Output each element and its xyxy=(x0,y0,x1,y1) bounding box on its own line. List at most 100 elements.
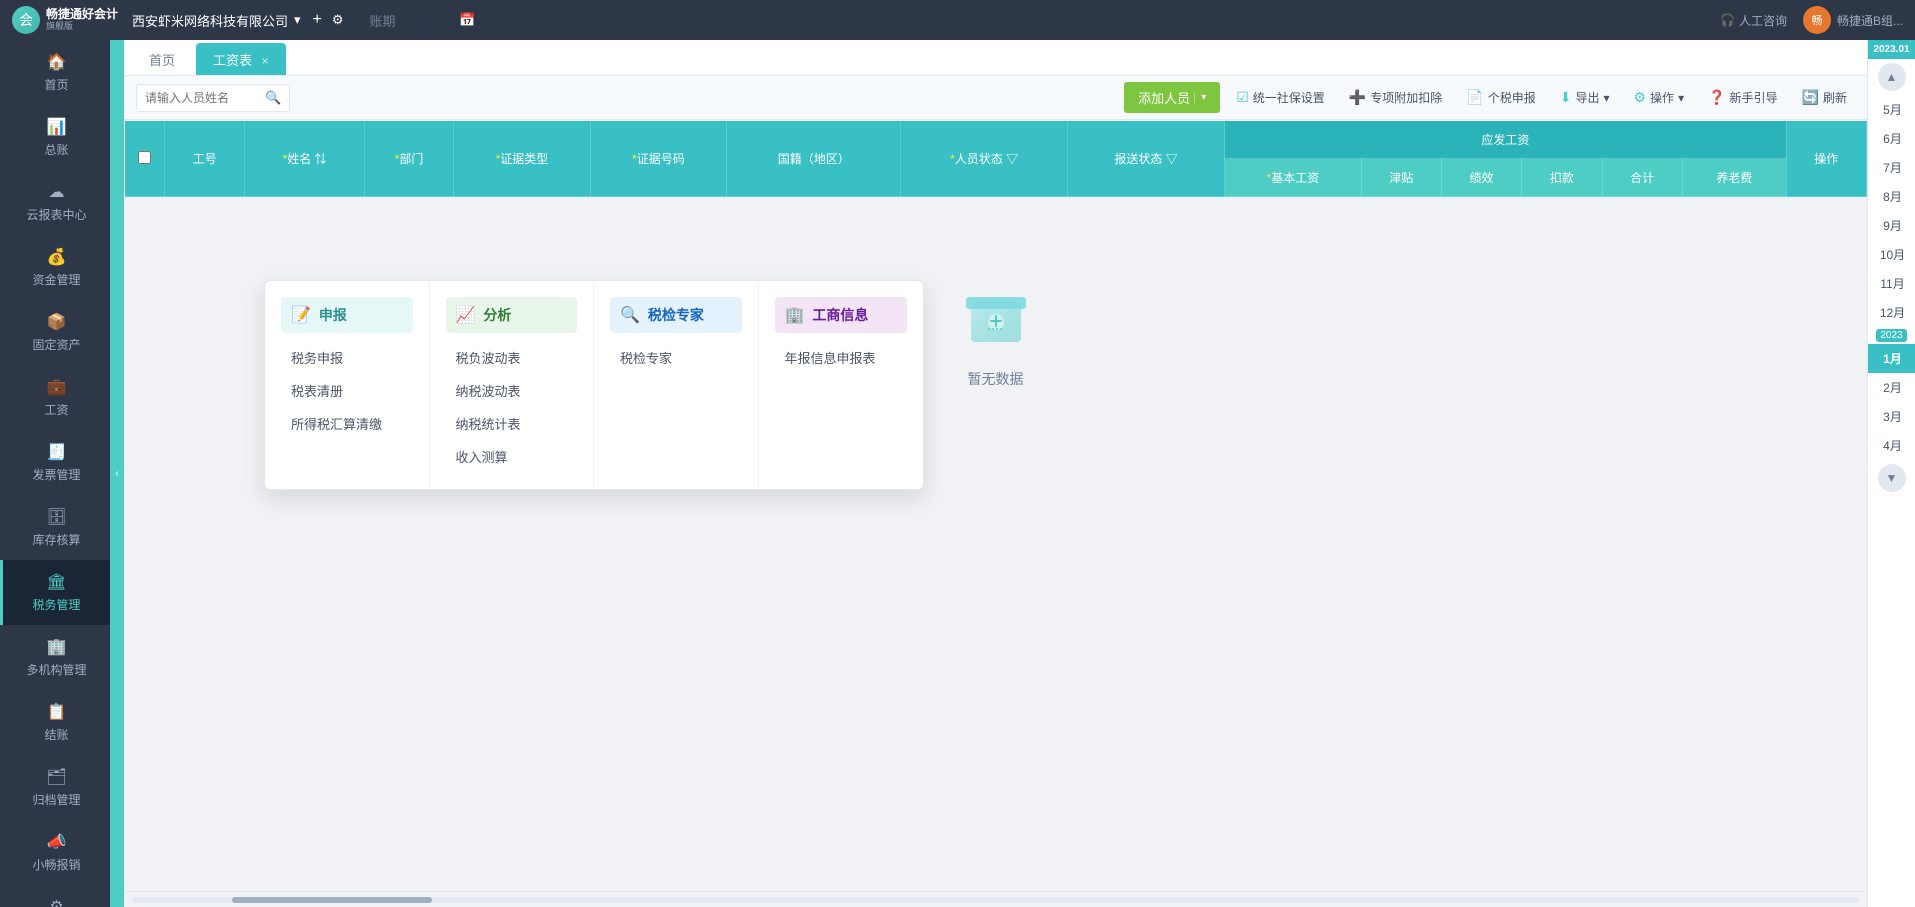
company-settings-icon[interactable]: ⚙ xyxy=(332,12,344,28)
calendar-icon[interactable]: 📅 xyxy=(459,12,475,28)
sidebar-label-home: 首页 xyxy=(44,76,68,93)
add-person-dropdown-icon[interactable]: ▾ xyxy=(1194,92,1206,103)
tax-icon: 🏛 xyxy=(46,572,66,592)
timeline-month-10[interactable]: 10月 xyxy=(1868,240,1915,269)
tab-salary-close[interactable]: × xyxy=(262,54,269,68)
sidebar-item-ledger[interactable]: 📊 总账 xyxy=(0,105,110,170)
fund-icon: 💰 xyxy=(47,247,67,267)
timeline-month-12[interactable]: 12月 xyxy=(1868,298,1915,327)
menu-item-income-tax-settle[interactable]: 所得税汇算清缴 xyxy=(281,407,413,440)
multi-org-icon: 🏢 xyxy=(47,637,67,657)
add-person-btn[interactable]: 添加人员 ▾ xyxy=(1124,82,1220,113)
menu-item-income-estimate[interactable]: 收入测算 xyxy=(446,440,578,473)
filter-person-status-icon[interactable]: ▽ xyxy=(1006,152,1018,166)
sidebar-item-home[interactable]: 🏠 首页 xyxy=(0,40,110,105)
menu-item-tax-payment-wave[interactable]: 纳税波动表 xyxy=(446,374,578,407)
top-bar: 会 畅捷通好会计 旗舰版 西安虾米网络科技有限公司 ▾ + ⚙ 账期 2023-… xyxy=(0,0,1915,40)
sidebar-item-fund[interactable]: 💰 资金管理 xyxy=(0,235,110,300)
sidebar-item-settings[interactable]: ⚙ 基础设置 xyxy=(0,885,110,907)
menu-category-tax-expert: 🔍 税检专家 xyxy=(610,297,742,333)
sidebar-label-ledger: 总账 xyxy=(44,141,68,158)
timeline-month-11[interactable]: 11月 xyxy=(1868,269,1915,298)
export-icon: ⬇ xyxy=(1560,89,1572,106)
export-label: 导出 xyxy=(1575,89,1599,106)
company-selector[interactable]: 西安虾米网络科技有限公司 ▾ + ⚙ xyxy=(122,7,354,34)
sidebar-item-tax[interactable]: 🏛 税务管理 xyxy=(0,560,110,625)
timeline-month-1[interactable]: 1月 xyxy=(1868,344,1915,373)
menu-item-annual-report[interactable]: 年报信息申报表 xyxy=(775,341,908,374)
sort-name-icon[interactable]: ⇅ xyxy=(315,152,327,166)
social-insurance-label: 统一社保设置 xyxy=(1253,89,1325,106)
empty-text: 暂无数据 xyxy=(968,369,1024,389)
right-timeline: 2023.01 ▲ 5月 6月 7月 8月 9月 10月 11月 12月 202… xyxy=(1867,40,1915,907)
sidebar-label-fund: 资金管理 xyxy=(32,271,80,288)
timeline-month-4[interactable]: 4月 xyxy=(1868,431,1915,460)
tax-dropdown-menu[interactable]: 📝 申报 税务申报 税表清册 所得税汇算清缴 📈 分析 税负波动表 xyxy=(264,280,924,490)
sidebar-label-salary: 工资 xyxy=(44,401,68,418)
menu-item-tax-expert[interactable]: 税检专家 xyxy=(610,341,742,374)
operation-btn[interactable]: ⚙ 操作 ▾ xyxy=(1625,85,1692,110)
guide-btn[interactable]: ❓ 新手引导 xyxy=(1700,85,1785,110)
menu-item-tax-stats[interactable]: 纳税统计表 xyxy=(446,407,578,440)
timeline-month-8[interactable]: 8月 xyxy=(1868,182,1915,211)
filter-submit-icon[interactable]: ▽ xyxy=(1166,152,1178,166)
th-payable-wages-group: 应发工资 xyxy=(1225,121,1786,159)
timeline-month-2[interactable]: 2月 xyxy=(1868,373,1915,402)
scroll-thumb[interactable] xyxy=(232,897,432,903)
select-all-th[interactable] xyxy=(125,121,165,197)
tab-salary-sheet[interactable]: 工资表 × xyxy=(196,43,286,75)
timeline-month-9[interactable]: 9月 xyxy=(1868,211,1915,240)
cloud-icon: ☁ xyxy=(49,182,65,202)
inventory-icon: 🗄 xyxy=(46,507,66,527)
headset-icon: 🎧 xyxy=(1720,13,1735,27)
social-insurance-btn[interactable]: ☑ 统一社保设置 xyxy=(1228,85,1333,110)
menu-item-tax-burden[interactable]: 税负波动表 xyxy=(446,341,578,374)
sidebar-collapse-btn[interactable]: ‹ xyxy=(110,40,124,907)
refresh-btn[interactable]: 🔄 刷新 xyxy=(1794,85,1855,110)
menu-col-business-info: 🏢 工商信息 年报信息申报表 xyxy=(759,281,924,489)
menu-item-tax-declare[interactable]: 税务申报 xyxy=(281,341,413,374)
company-dropdown-icon[interactable]: ▾ xyxy=(294,12,301,28)
special-deduction-btn[interactable]: ➕ 专项附加扣除 xyxy=(1341,85,1450,110)
menu-item-tax-table[interactable]: 税表清册 xyxy=(281,374,413,407)
top-bar-actions: 🎧 人工咨询 畅 畅捷通B组... xyxy=(1720,6,1903,34)
timeline-period: 2023.01 xyxy=(1868,40,1915,59)
add-company-btn[interactable]: + xyxy=(313,11,322,29)
sidebar-item-archive[interactable]: 🗂 归档管理 xyxy=(0,755,110,820)
menu-grid: 📝 申报 税务申报 税表清册 所得税汇算清缴 📈 分析 税负波动表 xyxy=(265,281,923,489)
main-content: 首页 工资表 × 🔍 添加人员 ▾ ☑ 统一社保设置 ➕ xyxy=(124,40,1867,907)
declaration-category-label: 申报 xyxy=(319,305,347,325)
tax-declaration-icon: 📄 xyxy=(1466,89,1483,106)
select-all-checkbox[interactable] xyxy=(138,151,151,164)
export-arrow: ▾ xyxy=(1603,91,1609,105)
sidebar-item-inventory[interactable]: 🗄 库存核算 xyxy=(0,495,110,560)
tab-home-label: 首页 xyxy=(149,53,175,68)
sidebar-item-expense[interactable]: 📣 小畅报销 xyxy=(0,820,110,885)
sidebar-label-tax: 税务管理 xyxy=(32,596,80,613)
user-info[interactable]: 畅 畅捷通B组... xyxy=(1803,6,1903,34)
sidebar-item-salary[interactable]: 💼 工资 xyxy=(0,365,110,430)
tax-declaration-btn[interactable]: 📄 个税申报 xyxy=(1458,85,1543,110)
support-btn[interactable]: 🎧 人工咨询 xyxy=(1720,12,1787,29)
refresh-icon: 🔄 xyxy=(1802,89,1819,106)
timeline-prev-btn[interactable]: ▲ xyxy=(1878,63,1906,91)
timeline-next-btn[interactable]: ▼ xyxy=(1878,464,1906,492)
timeline-month-5[interactable]: 5月 xyxy=(1868,95,1915,124)
sidebar-item-invoice[interactable]: 🧾 发票管理 xyxy=(0,430,110,495)
expense-icon: 📣 xyxy=(47,832,67,852)
timeline-month-7[interactable]: 7月 xyxy=(1868,153,1915,182)
th-id-type: *证据类型 xyxy=(454,121,590,197)
search-input[interactable] xyxy=(145,91,265,105)
business-info-category-label: 工商信息 xyxy=(812,305,868,325)
sidebar-item-cloud-report[interactable]: ☁ 云报表中心 xyxy=(0,170,110,235)
sidebar-item-multi-org[interactable]: 🏢 多机构管理 xyxy=(0,625,110,690)
sidebar-label-invoice: 发票管理 xyxy=(32,466,80,483)
sidebar-item-assets[interactable]: 📦 固定资产 xyxy=(0,300,110,365)
tab-home[interactable]: 首页 xyxy=(132,43,192,75)
sidebar-item-close-accounts[interactable]: 📋 结账 xyxy=(0,690,110,755)
timeline-month-6[interactable]: 6月 xyxy=(1868,124,1915,153)
empty-icon xyxy=(956,277,1036,357)
app-layout: 🏠 首页 📊 总账 ☁ 云报表中心 💰 资金管理 📦 固定资产 💼 工资 🧾 发… xyxy=(0,40,1915,907)
timeline-month-3[interactable]: 3月 xyxy=(1868,402,1915,431)
export-btn[interactable]: ⬇ 导出 ▾ xyxy=(1552,85,1618,110)
